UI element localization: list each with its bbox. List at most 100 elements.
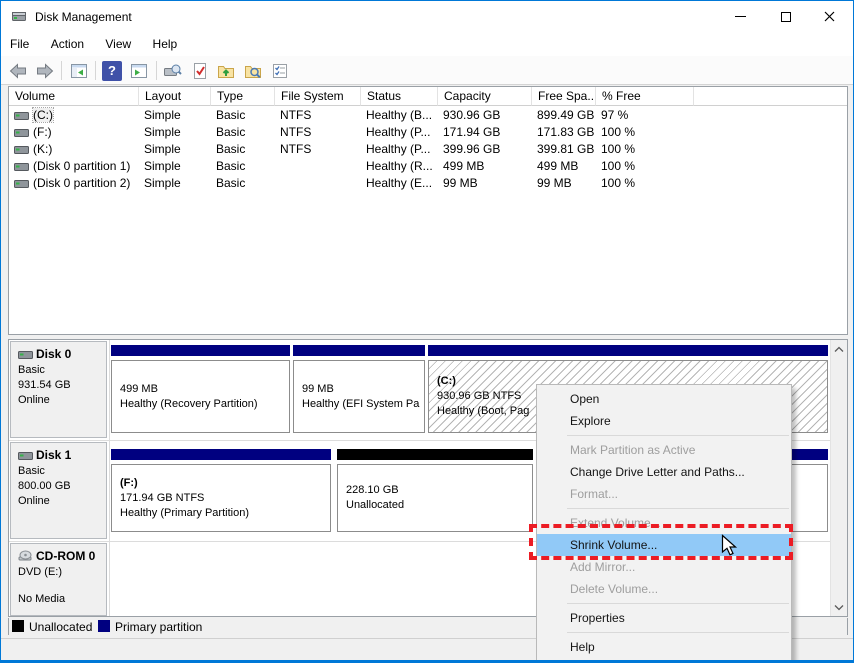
column-header-capacity[interactable]: Capacity [438,87,532,106]
disk-management-window: Disk Management File Action View Help ? … [0,0,854,663]
cell-status: Healthy (P... [361,124,438,141]
menu-item-help[interactable]: Help [537,636,791,658]
open-search-button[interactable] [242,60,264,82]
table-row-volume-f[interactable]: (F:) Simple Basic NTFS Healthy (P... 171… [9,124,847,141]
menu-separator [567,632,789,633]
menu-separator [567,603,789,604]
table-row-volume-c[interactable]: (C:) Simple Basic NTFS Healthy (B... 930… [9,107,847,124]
menu-file[interactable]: File [1,32,38,56]
back-button[interactable] [7,60,29,82]
legend-unallocated-label: Unallocated [29,620,92,634]
scroll-down-icon[interactable] [831,599,847,616]
column-header-status[interactable]: Status [361,87,438,106]
column-header-type[interactable]: Type [211,87,275,106]
cell-type: Basic [211,124,275,141]
cell-type: Basic [211,175,275,192]
disk0-partition-efi[interactable]: 99 MB Healthy (EFI System Pa [293,345,425,436]
folder-magnifier-icon [243,61,263,81]
menu-item-delete-volume: Delete Volume... [537,578,791,600]
close-button[interactable] [807,1,852,32]
partition-context-menu: Open Explore Mark Partition as Active Ch… [536,384,792,662]
menu-item-change-drive-letter[interactable]: Change Drive Letter and Paths... [537,461,791,483]
load-file-button[interactable] [215,60,237,82]
vertical-scrollbar[interactable] [830,340,847,616]
disk0-name-row: Disk 0 [18,347,106,363]
drive-icon [14,109,29,123]
app-icon [11,8,27,29]
cdrom0-label[interactable]: CD-ROM 0 DVD (E:) No Media [10,543,107,616]
help-icon: ? [102,61,122,81]
cell-file-system: NTFS [275,124,361,141]
drive-icon [14,143,29,157]
properties-list-button[interactable] [269,60,291,82]
table-row-disk0-partition1[interactable]: (Disk 0 partition 1) Simple Basic Health… [9,158,847,175]
cell-file-system [275,158,361,175]
scroll-up-icon[interactable] [831,340,847,357]
check-disk-button[interactable] [189,60,211,82]
disk0-partition-recovery[interactable]: 499 MB Healthy (Recovery Partition) [111,345,290,436]
back-arrow-icon [8,61,28,81]
cell-pct-free: 100 % [596,141,694,158]
menubar: File Action View Help [1,32,853,56]
menu-separator [567,508,789,509]
cell-pct-free: 100 % [596,158,694,175]
cell-pct-free: 97 % [596,107,694,124]
window-title: Disk Management [35,10,132,24]
cell-capacity: 399.96 GB [438,141,532,158]
help-button[interactable]: ? [101,60,123,82]
column-header-volume[interactable]: Volume [9,87,139,106]
annotation-highlight-box [529,524,793,560]
disk1-name-row: Disk 1 [18,448,106,464]
cell-capacity: 171.94 GB [438,124,532,141]
toolbar-separator [95,61,96,80]
table-row-disk0-partition2[interactable]: (Disk 0 partition 2) Simple Basic Health… [9,175,847,192]
rescan-disks-button[interactable] [162,60,184,82]
column-header-layout[interactable]: Layout [139,87,211,106]
cell-layout: Simple [139,158,211,175]
cell-file-system: NTFS [275,141,361,158]
menu-action[interactable]: Action [42,32,93,56]
menu-item-properties[interactable]: Properties [537,607,791,629]
console-tree-icon [69,61,89,81]
menu-item-mark-partition-active: Mark Partition as Active [537,439,791,461]
column-header-file-system[interactable]: File System [275,87,361,106]
show-action-pane-button[interactable] [128,60,150,82]
cell-status: Healthy (E... [361,175,438,192]
cell-type: Basic [211,141,275,158]
partition-size: 228.10 GB [346,483,532,498]
cell-layout: Simple [139,124,211,141]
cell-capacity: 99 MB [438,175,532,192]
cell-status: Healthy (P... [361,141,438,158]
cell-pct-free: 100 % [596,124,694,141]
label-track-divider [109,340,110,616]
cdrom0-type: DVD (E:) [18,565,106,580]
disk1-partition-f[interactable]: (F:) 171.94 GB NTFS Healthy (Primary Par… [111,449,331,535]
disk1-unallocated-space[interactable]: 228.10 GB Unallocated [337,449,533,535]
cell-volume: (K:) [9,141,139,158]
mouse-cursor [721,534,740,563]
drive-icon [14,126,29,140]
show-console-tree-button[interactable] [68,60,90,82]
menu-view[interactable]: View [96,32,140,56]
table-row-volume-k[interactable]: (K:) Simple Basic NTFS Healthy (P... 399… [9,141,847,158]
menu-help[interactable]: Help [144,32,187,56]
toolbar-separator [61,61,62,80]
disk0-label[interactable]: Disk 0 Basic 931.54 GB Online [10,341,107,438]
disk1-status: Online [18,494,106,509]
minimize-icon [735,16,746,17]
disk1-size: 800.00 GB [18,479,106,494]
maximize-button[interactable] [763,1,808,32]
folder-up-arrow-icon [216,61,236,81]
cell-volume: (F:) [9,124,139,141]
cell-pct-free: 100 % [596,175,694,192]
forward-button[interactable] [34,60,56,82]
cell-status: Healthy (R... [361,158,438,175]
disk1-label[interactable]: Disk 1 Basic 800.00 GB Online [10,442,107,539]
minimize-button[interactable] [718,1,763,32]
menu-item-open[interactable]: Open [537,388,791,410]
partition-size: 499 MB [120,382,289,397]
column-header-free-space[interactable]: Free Spa... [532,87,596,106]
menu-item-explore[interactable]: Explore [537,410,791,432]
disk0-size: 931.54 GB [18,378,106,393]
column-header-pct-free[interactable]: % Free [596,87,694,106]
